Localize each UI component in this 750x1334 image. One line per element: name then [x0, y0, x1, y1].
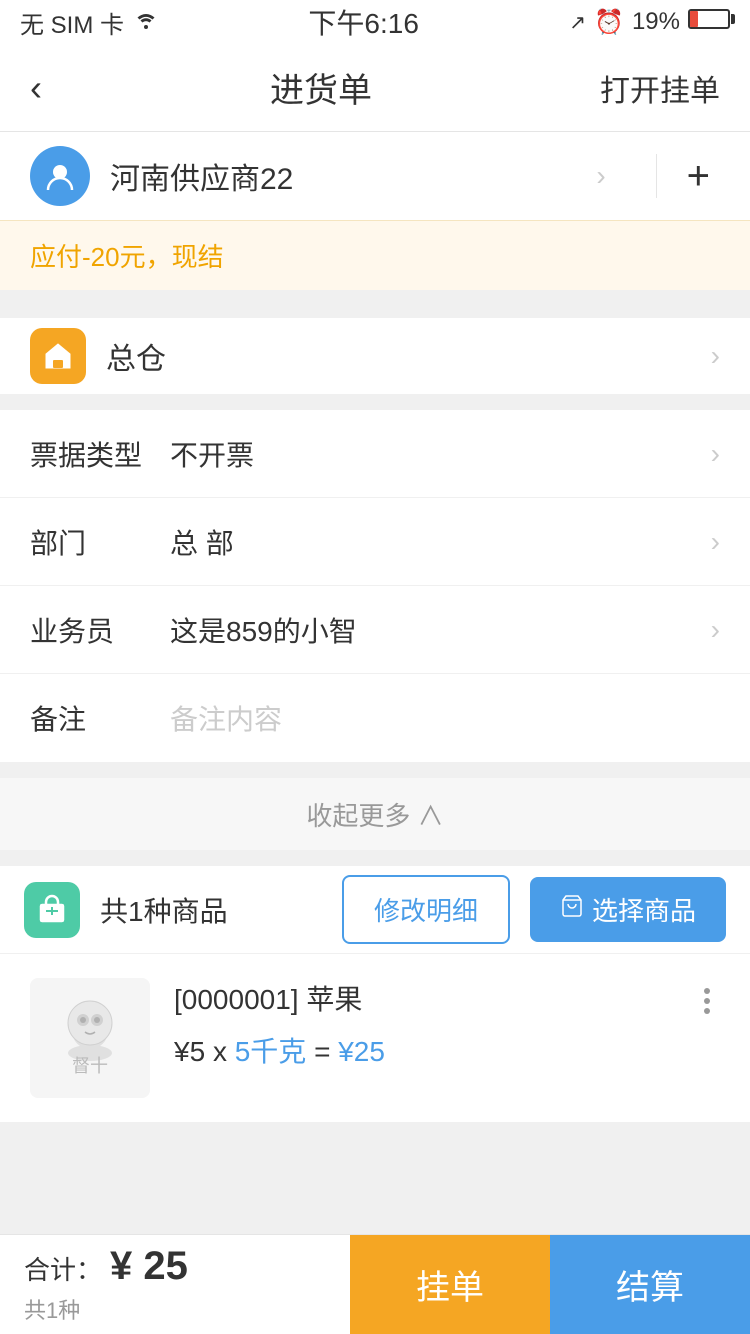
product-section: 共1种商品 修改明细 选择商品 — [0, 866, 750, 1122]
product-code: [0000001] — [174, 984, 299, 1015]
dept-chevron-icon: › — [711, 526, 720, 558]
price-separator: x — [213, 1036, 235, 1067]
notice-text: 应付-20元，现结 — [30, 242, 224, 272]
dot-2 — [704, 998, 710, 1004]
remark-label: 备注 — [30, 698, 170, 738]
salesperson-chevron-icon: › — [711, 614, 720, 646]
warehouse-icon — [30, 328, 86, 384]
price-equals: = — [314, 1036, 338, 1067]
battery-label: 19% — [632, 8, 680, 36]
invoice-chevron-icon: › — [711, 438, 720, 470]
status-right: ↗ ⏰ 19% — [569, 8, 730, 37]
hang-order-button[interactable]: 挂单 — [350, 1235, 550, 1334]
select-product-button[interactable]: 选择商品 — [530, 877, 726, 942]
dept-label: 部门 — [30, 522, 170, 562]
product-section-icon — [24, 882, 80, 938]
invoice-value: 不开票 — [170, 434, 711, 474]
product-item: 督十 [0000001] 苹果 ¥5 x 5千克 = ¥25 — [0, 954, 750, 1122]
status-bar: 无 SIM 卡 下午6:16 ↗ ⏰ 19% — [0, 0, 750, 44]
product-quantity: 5千克 — [235, 1036, 307, 1067]
product-price: ¥5 x 5千克 = ¥25 — [174, 1030, 670, 1070]
cart-icon — [560, 894, 584, 925]
edit-detail-button[interactable]: 修改明细 — [342, 875, 510, 944]
warehouse-chevron-icon: › — [711, 340, 720, 372]
salesperson-row[interactable]: 业务员 这是859的小智 › — [0, 586, 750, 674]
form-card: 票据类型 不开票 › 部门 总 部 › 业务员 这是859的小智 › 备注 备注… — [0, 410, 750, 762]
battery-icon — [688, 8, 730, 36]
price-value: ¥5 — [174, 1036, 205, 1067]
select-product-label: 选择商品 — [592, 891, 696, 928]
alarm-icon: ⏰ — [594, 8, 624, 37]
remark-value: 备注内容 — [170, 698, 720, 738]
settle-button[interactable]: 结算 — [550, 1235, 750, 1334]
wifi-icon — [134, 8, 158, 36]
collapse-bar[interactable]: 收起更多 ∧ — [0, 778, 750, 850]
carrier-label: 无 SIM 卡 — [20, 5, 124, 40]
product-count-label: 共1种商品 — [100, 890, 322, 930]
dot-1 — [704, 988, 710, 994]
dot-3 — [704, 1008, 710, 1014]
footer: 合计： ¥ 25 共1种 挂单 结算 — [0, 1234, 750, 1334]
collapse-label: 收起更多 ∧ — [306, 796, 443, 833]
supplier-avatar — [30, 146, 90, 206]
product-title: 苹果 — [306, 984, 362, 1015]
nav-bar: ‹ 进货单 打开挂单 — [0, 44, 750, 132]
product-thumbnail: 督十 — [30, 978, 150, 1098]
product-info: [0000001] 苹果 ¥5 x 5千克 = ¥25 — [174, 978, 670, 1070]
footer-total: 合计： ¥ 25 共1种 — [0, 1235, 350, 1334]
remark-row[interactable]: 备注 备注内容 — [0, 674, 750, 762]
dept-value: 总 部 — [170, 522, 711, 562]
product-header: 共1种商品 修改明细 选择商品 — [0, 866, 750, 954]
product-more-button[interactable] — [694, 978, 720, 1024]
page-title: 进货单 — [270, 63, 372, 112]
product-name: [0000001] 苹果 — [174, 978, 670, 1018]
notice-bar: 应付-20元，现结 — [0, 220, 750, 290]
total-amount: ¥ 25 — [110, 1244, 188, 1289]
status-left: 无 SIM 卡 — [20, 5, 158, 40]
product-total: ¥25 — [338, 1036, 385, 1067]
total-sub: 共1种 — [24, 1293, 326, 1325]
salesperson-label: 业务员 — [30, 610, 170, 650]
salesperson-value: 这是859的小智 — [170, 610, 711, 650]
open-pending-button[interactable]: 打开挂单 — [600, 66, 720, 110]
total-row: 合计： ¥ 25 — [24, 1244, 326, 1289]
supplier-name: 河南供应商22 — [110, 154, 596, 198]
invoice-label: 票据类型 — [30, 434, 170, 474]
back-button[interactable]: ‹ — [30, 67, 42, 109]
supplier-chevron-icon: › — [596, 160, 605, 192]
divider — [656, 154, 657, 198]
location-icon: ↗ — [569, 10, 586, 35]
footer-spacer — [0, 1122, 750, 1242]
main-content: 河南供应商22 › + 应付-20元，现结 总仓 › 票据类型 不开票 › 部门… — [0, 132, 750, 1242]
invoice-type-row[interactable]: 票据类型 不开票 › — [0, 410, 750, 498]
supplier-row[interactable]: 河南供应商22 › + — [0, 132, 750, 220]
supplier-card: 河南供应商22 › + 应付-20元，现结 — [0, 132, 750, 290]
warehouse-name: 总仓 — [106, 334, 711, 378]
warehouse-card[interactable]: 总仓 › — [0, 306, 750, 394]
total-label: 合计： — [24, 1250, 102, 1287]
status-time: 下午6:16 — [308, 2, 419, 42]
department-row[interactable]: 部门 总 部 › — [0, 498, 750, 586]
add-supplier-button[interactable]: + — [677, 144, 720, 209]
